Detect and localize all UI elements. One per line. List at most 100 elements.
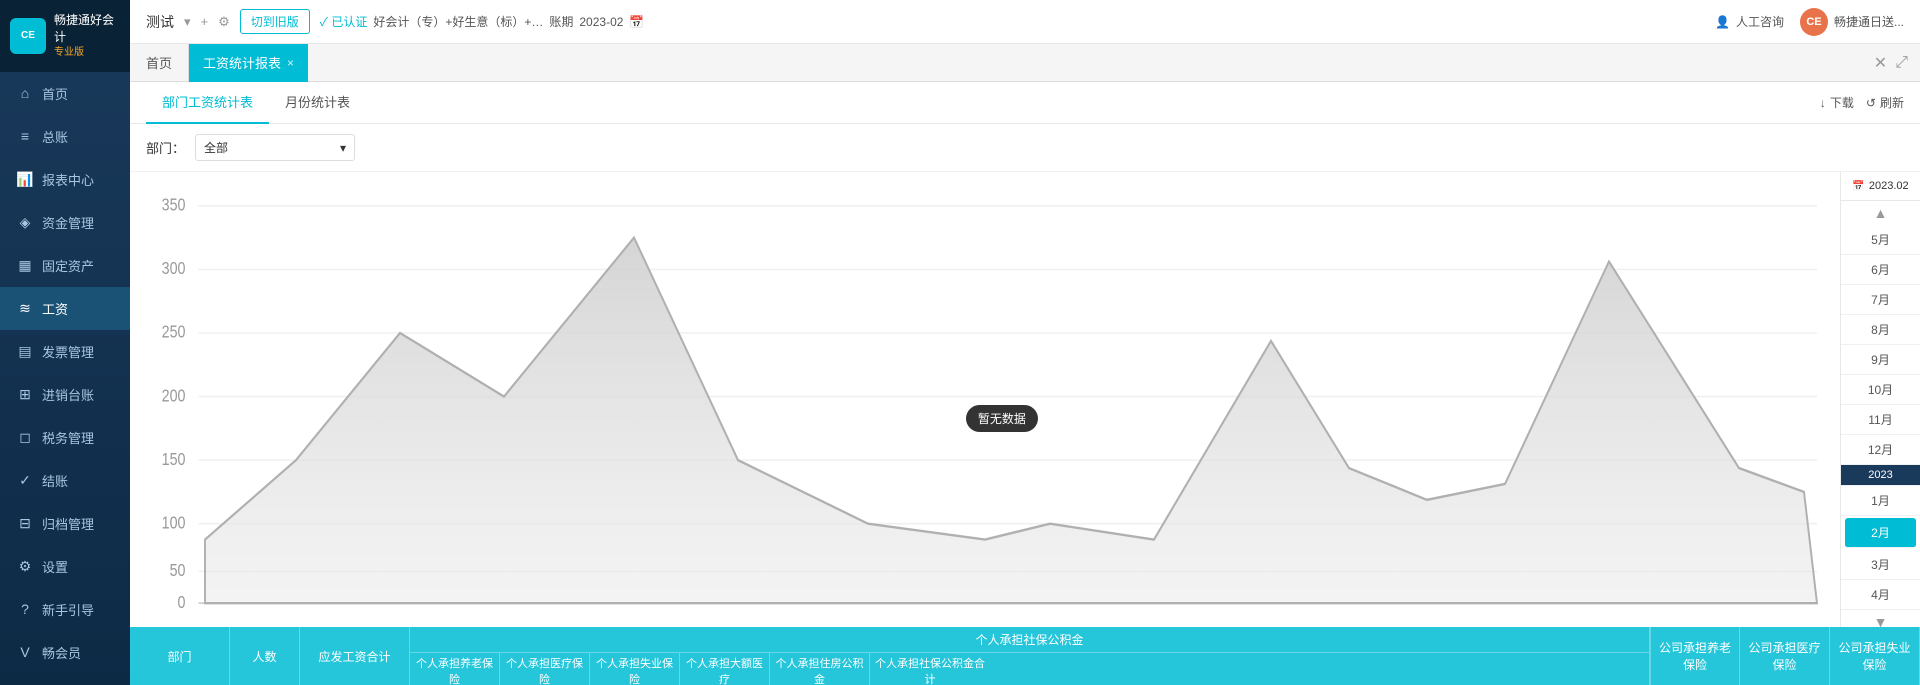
tab-close-icon[interactable]: × bbox=[287, 56, 294, 70]
calendar-small-icon: 📅 bbox=[1852, 181, 1864, 192]
dept-select[interactable]: 全部 ▾ bbox=[195, 134, 355, 161]
logo: CE 畅捷通好会计 专业版 bbox=[0, 0, 130, 72]
th-count: 人数 bbox=[230, 627, 300, 685]
sidebar-item-tax[interactable]: ◻ 税务管理 bbox=[0, 416, 130, 459]
sidebar-item-settings[interactable]: ⚙ 设置 bbox=[0, 545, 130, 588]
assets-icon: ▦ bbox=[16, 257, 34, 274]
rp-month-11[interactable]: 11月 bbox=[1841, 405, 1920, 435]
tab-home[interactable]: 首页 bbox=[130, 44, 189, 82]
sidebar-item-reports[interactable]: 📊 报表中心 bbox=[0, 158, 130, 201]
tax-icon: ◻ bbox=[16, 429, 34, 446]
sidebar-label-checkout: 结账 bbox=[42, 471, 68, 490]
download-button[interactable]: ↓ 下载 bbox=[1820, 94, 1854, 111]
sidebar-item-salary[interactable]: ≋ 工资 bbox=[0, 287, 130, 330]
rp-nav-down[interactable]: ▼ bbox=[1841, 610, 1920, 627]
th-company-medical: 公司承担医疗保险 bbox=[1740, 627, 1830, 685]
dept-filter-label: 部门： bbox=[146, 138, 185, 157]
sidebar-item-ledger[interactable]: ≡ 总账 bbox=[0, 115, 130, 158]
member-icon: V bbox=[16, 644, 34, 660]
refresh-button[interactable]: ↺ 刷新 bbox=[1866, 94, 1904, 111]
user-avatar: CE bbox=[1800, 8, 1828, 36]
sidebar-item-home[interactable]: ⌂ 首页 bbox=[0, 72, 130, 115]
help-button[interactable]: 👤 人工咨询 bbox=[1715, 13, 1784, 30]
rp-month-1[interactable]: 1月 bbox=[1841, 486, 1920, 516]
rp-month-10[interactable]: 10月 bbox=[1841, 375, 1920, 405]
th-company-unemployment: 公司承担失业保险 bbox=[1830, 627, 1920, 685]
sidebar-item-checkout[interactable]: ✓ 结账 bbox=[0, 459, 130, 502]
ledger-icon: ≡ bbox=[16, 128, 34, 144]
funds-icon: ◈ bbox=[16, 214, 34, 231]
rp-month-7[interactable]: 7月 bbox=[1841, 285, 1920, 315]
sidebar-label-salary: 工资 bbox=[42, 299, 68, 318]
th-group-title: 个人承担社保公积金 bbox=[410, 627, 1649, 653]
th-total-salary: 应发工资合计 bbox=[300, 627, 410, 685]
sidebar-item-member[interactable]: V 畅会员 bbox=[0, 631, 130, 674]
subtab-dept[interactable]: 部门工资统计表 bbox=[146, 82, 269, 124]
content-area: 部门工资统计表 月份统计表 ↓ 下载 ↺ 刷新 部门： 全部 ▾ bbox=[130, 82, 1920, 685]
sidebar-label-funds: 资金管理 bbox=[42, 213, 94, 232]
rp-month-4[interactable]: 4月 bbox=[1841, 580, 1920, 610]
sidebar-label-guide: 新手引导 bbox=[42, 600, 94, 619]
topbar-badges: ✓ 已认证 好会计（专）+好生意（标）+… 账期 2023-02 📅 bbox=[320, 13, 645, 30]
rp-year: 📅 2023.02 bbox=[1841, 172, 1920, 201]
sidebar-item-invoice[interactable]: ▤ 发票管理 bbox=[0, 330, 130, 373]
rp-month-3[interactable]: 3月 bbox=[1841, 550, 1920, 580]
period-value: 2023-02 bbox=[579, 15, 623, 29]
tab-panel-close-icon[interactable]: ✕ bbox=[1874, 53, 1887, 73]
certified-badge: ✓ 已认证 bbox=[320, 13, 368, 30]
table-header: 部门 人数 应发工资合计 个人承担社保公积金 个人承担养老保险 个人承担医疗保险… bbox=[130, 627, 1920, 685]
subtabs-actions: ↓ 下载 ↺ 刷新 bbox=[1820, 94, 1904, 111]
sidebar-item-archive[interactable]: ⊟ 归档管理 bbox=[0, 502, 130, 545]
sidebar-label-invoice: 发票管理 bbox=[42, 342, 94, 361]
download-icon: ↓ bbox=[1820, 96, 1826, 110]
rp-month-12[interactable]: 12月 bbox=[1841, 435, 1920, 465]
topbar-title: 测试 bbox=[146, 12, 174, 32]
switch-old-button[interactable]: 切到旧版 bbox=[240, 9, 310, 34]
th-group-personal: 个人承担社保公积金 个人承担养老保险 个人承担医疗保险 个人承担失业保险 个人承… bbox=[410, 627, 1650, 685]
sidebar-label-archive: 归档管理 bbox=[42, 514, 94, 533]
subtab-monthly[interactable]: 月份统计表 bbox=[269, 82, 366, 124]
svg-text:100: 100 bbox=[162, 514, 186, 533]
help-icon: 👤 bbox=[1715, 15, 1730, 29]
app-name: 畅捷通好会计 bbox=[54, 12, 120, 46]
th-personal-total: 个人承担社保公积金合计 bbox=[870, 653, 990, 685]
tabbar: 首页 工资统计报表 × ✕ ⤢ bbox=[130, 44, 1920, 82]
topbar-add-icon[interactable]: + bbox=[201, 14, 209, 29]
settings-icon: ⚙ bbox=[16, 558, 34, 575]
archive-icon: ⊟ bbox=[16, 515, 34, 532]
sidebar-item-funds[interactable]: ◈ 资金管理 bbox=[0, 201, 130, 244]
sidebar-label-assets: 固定资产 bbox=[42, 256, 94, 275]
sidebar-label-reports: 报表中心 bbox=[42, 170, 94, 189]
rp-month-9[interactable]: 9月 bbox=[1841, 345, 1920, 375]
th-personal-housing-fund: 个人承担住房公积金 bbox=[770, 653, 870, 685]
th-dept: 部门 bbox=[130, 627, 230, 685]
filterbar: 部门： 全部 ▾ bbox=[130, 124, 1920, 172]
rp-month-8[interactable]: 8月 bbox=[1841, 315, 1920, 345]
topbar-gear-icon[interactable]: ⚙ bbox=[218, 14, 230, 30]
guide-icon: ? bbox=[16, 601, 34, 617]
rp-month-6[interactable]: 6月 bbox=[1841, 255, 1920, 285]
rp-month-5[interactable]: 5月 bbox=[1841, 225, 1920, 255]
svg-text:50: 50 bbox=[170, 562, 186, 581]
tab-panel-expand-icon[interactable]: ⤢ bbox=[1895, 54, 1908, 72]
checkout-icon: ✓ bbox=[16, 472, 34, 489]
salary-icon: ≋ bbox=[16, 300, 34, 317]
right-panel: 📅 2023.02 ▲ 5月 6月 7月 8月 9月 10月 11月 12月 2… bbox=[1840, 172, 1920, 627]
sidebar-label-ledger: 总账 bbox=[42, 127, 68, 146]
topbar: 测试 ▾ + ⚙ 切到旧版 ✓ 已认证 好会计（专）+好生意（标）+… 账期 2… bbox=[130, 0, 1920, 44]
rp-month-2[interactable]: 2月 bbox=[1845, 518, 1916, 548]
sales-icon: ⊞ bbox=[16, 386, 34, 403]
rp-year-2023[interactable]: 2023 bbox=[1841, 465, 1920, 486]
topbar-right: 👤 人工咨询 CE 畅捷通日送... bbox=[1715, 8, 1904, 36]
tab-salary-report[interactable]: 工资统计报表 × bbox=[189, 44, 308, 82]
rp-nav-up[interactable]: ▲ bbox=[1841, 201, 1920, 225]
sidebar-item-sales[interactable]: ⊞ 进销台账 bbox=[0, 373, 130, 416]
topbar-arrow: ▾ bbox=[184, 14, 191, 30]
th-personal-pension: 个人承担养老保险 bbox=[410, 653, 500, 685]
calendar-icon[interactable]: 📅 bbox=[629, 15, 644, 29]
sidebar-item-guide[interactable]: ? 新手引导 bbox=[0, 588, 130, 631]
reports-icon: 📊 bbox=[16, 171, 34, 188]
home-icon: ⌂ bbox=[16, 85, 34, 101]
sidebar-item-assets[interactable]: ▦ 固定资产 bbox=[0, 244, 130, 287]
sidebar-label-tax: 税务管理 bbox=[42, 428, 94, 447]
